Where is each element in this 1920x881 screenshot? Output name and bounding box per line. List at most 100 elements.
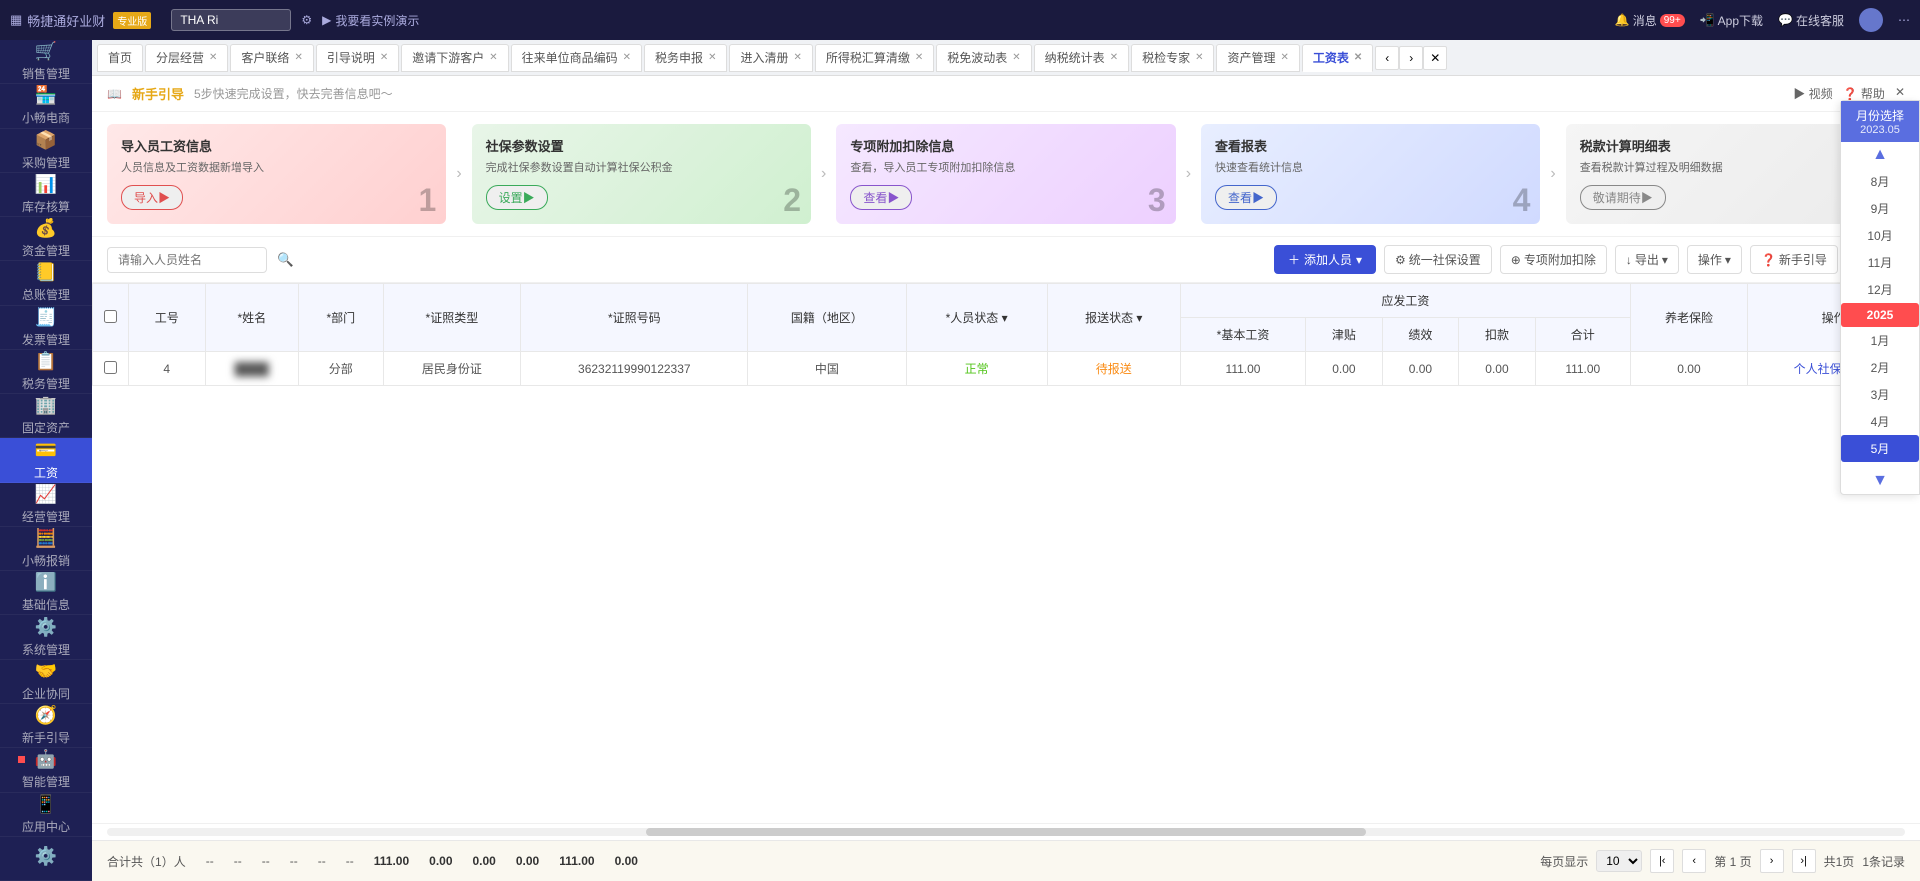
close-tab-icon[interactable]: ✕ <box>380 52 388 63</box>
sidebar-item-fixed[interactable]: 🏢 固定资产 <box>0 394 92 438</box>
sidebar-item-settings[interactable]: ⚙️ <box>0 837 92 881</box>
sidebar-item-ledger[interactable]: 📒 总账管理 <box>0 261 92 305</box>
close-tab-icon[interactable]: ✕ <box>915 52 923 63</box>
close-tab-icon[interactable]: ✕ <box>793 52 801 63</box>
month-up-btn[interactable]: ▲ <box>1841 142 1919 168</box>
step-1-btn[interactable]: 导入▶ <box>121 185 183 210</box>
tab-shui-mian[interactable]: 税免波动表 ✕ <box>936 44 1031 72</box>
next-page-btn[interactable]: › <box>1760 849 1784 873</box>
month-item-8[interactable]: 8月 <box>1841 168 1919 195</box>
close-tab-icon[interactable]: ✕ <box>1012 52 1020 63</box>
month-item-9[interactable]: 9月 <box>1841 195 1919 222</box>
tab-next-btn[interactable]: › <box>1399 46 1423 70</box>
sidebar-item-inventory[interactable]: 📊 库存核算 <box>0 173 92 217</box>
month-item-12[interactable]: 12月 <box>1841 276 1919 303</box>
search-input[interactable] <box>107 247 267 273</box>
month-item-3[interactable]: 3月 <box>1841 381 1919 408</box>
sidebar-item-purchase[interactable]: 📦 采购管理 <box>0 129 92 173</box>
month-item-4[interactable]: 4月 <box>1841 408 1919 435</box>
gear-icon[interactable]: ⚙ <box>301 13 312 27</box>
sidebar-item-smart[interactable]: 🤖 智能管理 <box>0 748 92 792</box>
tab-close-all-btn[interactable]: ✕ <box>1423 46 1447 70</box>
step-4-btn[interactable]: 查看▶ <box>1215 185 1277 210</box>
sidebar-item-invoice[interactable]: 🧾 发票管理 <box>0 306 92 350</box>
tab-jin-ru[interactable]: 进入清册 ✕ <box>729 44 812 72</box>
personal-social-btn[interactable]: 个人社保 <box>1794 360 1842 377</box>
close-tab-icon[interactable]: ✕ <box>1110 52 1118 63</box>
tab-yin-dao[interactable]: 引导说明 ✕ <box>316 44 399 72</box>
new-guide-btn[interactable]: ❓ 新手引导 <box>1750 245 1838 274</box>
last-page-btn[interactable]: ›| <box>1792 849 1816 873</box>
sidebar-item-app-center[interactable]: 📱 应用中心 <box>0 793 92 837</box>
first-page-btn[interactable]: |‹ <box>1650 849 1674 873</box>
th-pension: 养老保险 <box>1630 284 1747 352</box>
tab-suo-de[interactable]: 所得税汇算清缴 ✕ <box>815 44 934 72</box>
app-download-btn[interactable]: 📲 App下载 <box>1700 12 1763 29</box>
operate-btn[interactable]: 操作 ▾ <box>1687 245 1742 274</box>
row-checkbox[interactable] <box>104 361 117 374</box>
unified-social-btn[interactable]: ⚙ 统一社保设置 <box>1384 245 1492 274</box>
step-5-btn[interactable]: 敬请期待▶ <box>1580 185 1666 210</box>
blurred-name: ████ <box>235 362 269 376</box>
close-active-tab-icon[interactable]: ✕ <box>1354 52 1362 63</box>
sidebar-item-guide-menu[interactable]: 🧭 新手引导 <box>0 704 92 748</box>
tab-bar: 首页 分层经营 ✕ 客户联络 ✕ 引导说明 ✕ 邀请下游客户 ✕ <box>92 40 1920 76</box>
online-service-btn[interactable]: 💬 在线客服 <box>1778 12 1844 29</box>
demo-link[interactable]: ▶ 我要看实例演示 <box>322 12 419 29</box>
step-2-btn[interactable]: 设置▶ <box>486 185 548 210</box>
salary-table: 工号 *姓名 *部门 *证照类型 *证照号码 国籍（地区） *人员状态 ▾ 报送… <box>92 283 1920 386</box>
tab-zi-chan[interactable]: 资产管理 ✕ <box>1216 44 1299 72</box>
close-tab-icon[interactable]: ✕ <box>623 52 631 63</box>
tab-yao-qing[interactable]: 邀请下游客户 ✕ <box>401 44 508 72</box>
messages-btn[interactable]: 🔔 消息 99+ <box>1615 12 1685 29</box>
month-item-11[interactable]: 11月 <box>1841 249 1919 276</box>
sidebar-item-coop[interactable]: 🤝 企业协同 <box>0 660 92 704</box>
page-size-select[interactable]: 10 20 50 <box>1596 850 1642 872</box>
sidebar-item-ecommerce[interactable]: 🏪 小畅电商 <box>0 84 92 128</box>
user-avatar[interactable] <box>1859 8 1883 32</box>
month-down-btn[interactable]: ▼ <box>1841 468 1919 494</box>
sidebar-item-tax[interactable]: 📋 税务管理 <box>0 350 92 394</box>
step-card-4: 查看报表 快速查看统计信息 查看▶ 4 <box>1201 124 1540 224</box>
tab-shui-wu[interactable]: 税务申报 ✕ <box>644 44 727 72</box>
sidebar-item-system[interactable]: ⚙️ 系统管理 <box>0 615 92 659</box>
close-tab-icon[interactable]: ✕ <box>1195 52 1203 63</box>
month-item-10[interactable]: 10月 <box>1841 222 1919 249</box>
video-link[interactable]: ▶ 视频 <box>1793 85 1832 102</box>
tab-na-shui[interactable]: 纳税统计表 ✕ <box>1034 44 1129 72</box>
tab-ke-hu[interactable]: 客户联络 ✕ <box>230 44 313 72</box>
close-tab-icon[interactable]: ✕ <box>1281 52 1289 63</box>
scrollbar-thumb[interactable] <box>646 828 1365 836</box>
sidebar-item-operation[interactable]: 📈 经营管理 <box>0 483 92 527</box>
tab-fen-ceng[interactable]: 分层经营 ✕ <box>145 44 228 72</box>
tab-home[interactable]: 首页 <box>97 44 143 72</box>
invoice-icon: 🧾 <box>35 307 57 328</box>
sidebar-item-basic[interactable]: ℹ️ 基础信息 <box>0 571 92 615</box>
month-item-2[interactable]: 2月 <box>1841 354 1919 381</box>
sidebar-item-salary[interactable]: 💳 工资 <box>0 438 92 482</box>
horizontal-scrollbar[interactable] <box>92 823 1920 840</box>
sidebar-item-sales[interactable]: 🛒 销售管理 <box>0 40 92 84</box>
more-btn[interactable]: ⋯ <box>1898 13 1910 27</box>
close-tab-icon[interactable]: ✕ <box>489 52 497 63</box>
step-3-btn[interactable]: 查看▶ <box>850 185 912 210</box>
month-item-5[interactable]: 5月 <box>1841 435 1919 462</box>
export-btn[interactable]: ↓ 导出 ▾ <box>1615 245 1679 274</box>
add-person-btn[interactable]: ＋ 添加人员 ▾ <box>1274 245 1376 274</box>
close-tab-icon[interactable]: ✕ <box>708 52 716 63</box>
search-btn[interactable]: 🔍 <box>277 252 294 268</box>
tab-prev-btn[interactable]: ‹ <box>1375 46 1399 70</box>
company-selector[interactable]: THA Ri <box>171 9 291 31</box>
tab-gong-zi[interactable]: 工资表 ✕ <box>1302 44 1373 72</box>
month-item-1[interactable]: 1月 <box>1841 327 1919 354</box>
plus-icon: ＋ <box>1288 251 1300 268</box>
tab-wang-lai[interactable]: 往来单位商品编码 ✕ <box>511 44 642 72</box>
close-tab-icon[interactable]: ✕ <box>209 52 217 63</box>
close-tab-icon[interactable]: ✕ <box>294 52 302 63</box>
prev-page-btn[interactable]: ‹ <box>1682 849 1706 873</box>
select-all-checkbox[interactable] <box>104 310 117 323</box>
special-deduct-btn[interactable]: ⊕ 专项附加扣除 <box>1500 245 1607 274</box>
tab-shui-jian[interactable]: 税检专家 ✕ <box>1131 44 1214 72</box>
sidebar-item-report[interactable]: 🧮 小畅报销 <box>0 527 92 571</box>
sidebar-item-finance[interactable]: 💰 资金管理 <box>0 217 92 261</box>
